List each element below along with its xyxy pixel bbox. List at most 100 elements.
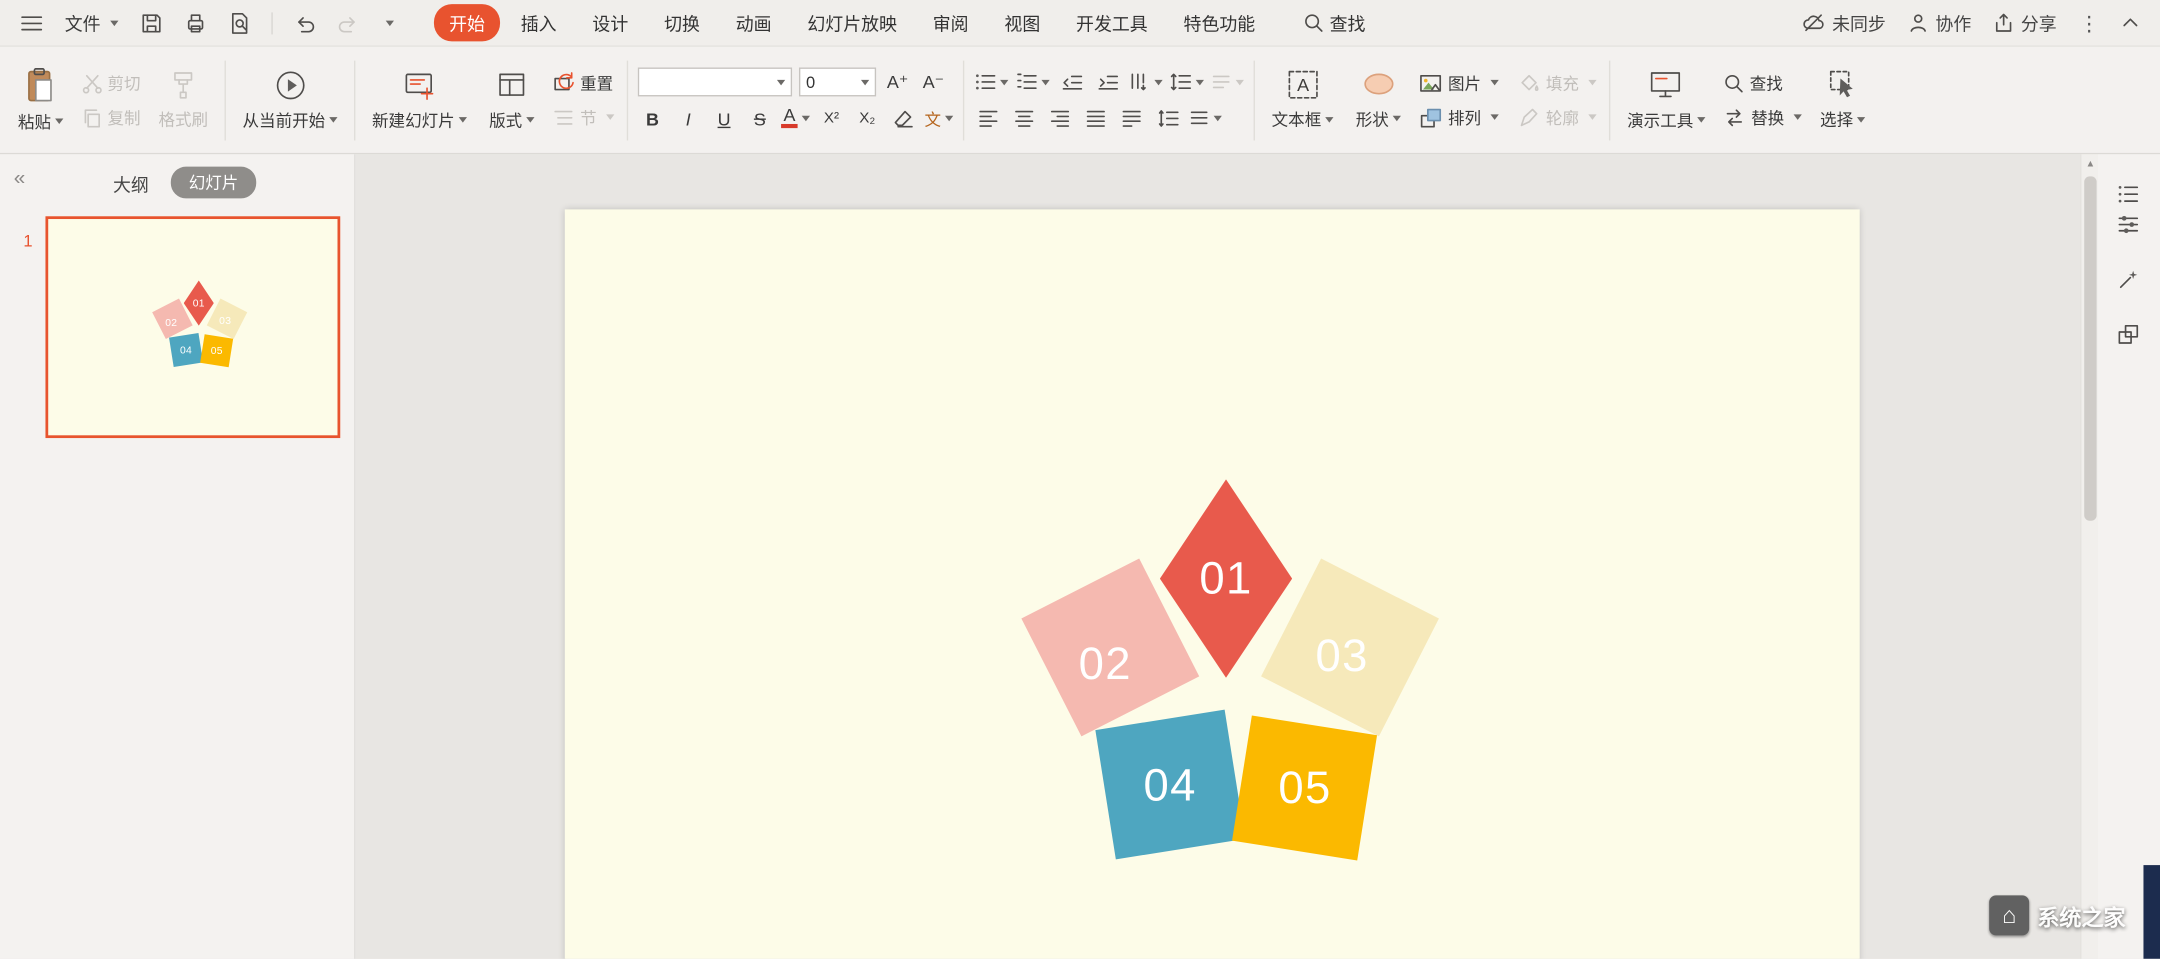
select-button[interactable]: 选择 bbox=[1813, 54, 1872, 145]
paste-button[interactable]: 粘贴 bbox=[11, 54, 70, 145]
strikethrough-button[interactable]: S bbox=[745, 105, 774, 133]
tab-view[interactable]: 视图 bbox=[989, 4, 1055, 41]
presentation-tools-button[interactable]: 演示工具 bbox=[1620, 54, 1712, 145]
shape-diamond-04[interactable]: 04 bbox=[169, 333, 203, 367]
shape-diamond-04[interactable]: 04 bbox=[1095, 710, 1245, 860]
replace-button[interactable]: 替换 bbox=[1721, 105, 1805, 128]
app-menu-icon[interactable] bbox=[17, 10, 47, 35]
share-button[interactable]: 分享 bbox=[1989, 7, 2061, 39]
collapse-ribbon-icon[interactable] bbox=[2117, 14, 2143, 32]
tab-home[interactable]: 开始 bbox=[434, 4, 500, 41]
numbered-list-button[interactable] bbox=[1015, 68, 1049, 96]
fill-button[interactable]: 填充 bbox=[1516, 71, 1600, 94]
paragraph-spacing-button[interactable] bbox=[1153, 104, 1182, 132]
slide[interactable]: 01 02 03 04 05 bbox=[565, 209, 1860, 958]
tab-slides-view[interactable]: 幻灯片 bbox=[171, 167, 256, 199]
align-right-button[interactable] bbox=[1046, 104, 1075, 132]
distribute-button[interactable] bbox=[1117, 104, 1146, 132]
outline-label: 轮廓 bbox=[1546, 105, 1579, 128]
section-button[interactable]: 节 bbox=[550, 105, 618, 128]
quick-access-dropdown-icon[interactable] bbox=[377, 17, 398, 28]
smart-beautify-icon[interactable] bbox=[2116, 267, 2141, 299]
find-button[interactable]: 查找 bbox=[1303, 10, 1365, 36]
decrease-font-button[interactable]: A⁻ bbox=[919, 68, 948, 96]
tab-slideshow[interactable]: 幻灯片放映 bbox=[792, 4, 912, 41]
align-left-button[interactable] bbox=[974, 104, 1003, 132]
tab-transition[interactable]: 切换 bbox=[649, 4, 715, 41]
font-size-combo[interactable]: 0 bbox=[799, 67, 876, 96]
redo-icon[interactable] bbox=[333, 10, 363, 36]
undo-icon[interactable] bbox=[289, 10, 319, 36]
font-color-button[interactable]: A bbox=[781, 105, 810, 133]
format-painter-button[interactable]: 格式刷 bbox=[152, 54, 215, 145]
layout-icon bbox=[495, 68, 528, 101]
tab-insert[interactable]: 插入 bbox=[506, 4, 572, 41]
scrollbar-thumb[interactable] bbox=[2084, 176, 2096, 520]
play-from-current-label: 从当前开始 bbox=[243, 108, 326, 131]
task-list-icon[interactable] bbox=[2116, 182, 2141, 214]
italic-button[interactable]: I bbox=[674, 105, 703, 133]
slide-thumbnail[interactable]: 01 02 03 04 05 bbox=[45, 216, 340, 438]
tab-outline-view[interactable]: 大纲 bbox=[113, 171, 149, 197]
shape-label: 01 bbox=[193, 297, 205, 309]
print-preview-icon[interactable] bbox=[225, 9, 255, 37]
svg-text:A: A bbox=[1297, 75, 1309, 95]
new-slide-button[interactable]: 新建幻灯片 bbox=[365, 54, 474, 145]
shape-diamond-05[interactable]: 05 bbox=[200, 334, 233, 367]
tab-devtools[interactable]: 开发工具 bbox=[1061, 4, 1163, 41]
collapse-panel-icon[interactable]: « bbox=[14, 167, 25, 190]
scroll-up-icon[interactable]: ▲ bbox=[2086, 160, 2096, 170]
bold-button[interactable]: B bbox=[638, 105, 667, 133]
sync-status[interactable]: 未同步 bbox=[1798, 7, 1890, 39]
selection-pane-icon[interactable] bbox=[2116, 322, 2141, 354]
shapes-button[interactable]: 形状 bbox=[1349, 54, 1408, 145]
share-icon bbox=[1993, 12, 2014, 33]
increase-font-button[interactable]: A⁺ bbox=[883, 68, 912, 96]
play-from-current-button[interactable]: 从当前开始 bbox=[236, 54, 345, 145]
tab-animation[interactable]: 动画 bbox=[721, 4, 787, 41]
underline-button[interactable]: U bbox=[710, 105, 739, 133]
tab-review[interactable]: 审阅 bbox=[918, 4, 984, 41]
text-direction-button[interactable] bbox=[1128, 68, 1162, 96]
file-menu[interactable]: 文件 bbox=[61, 7, 123, 39]
shape-diamond-03[interactable]: 03 bbox=[1261, 559, 1439, 737]
copy-button[interactable]: 复制 bbox=[79, 105, 144, 128]
text-box-button[interactable]: A 文本框 bbox=[1265, 54, 1341, 145]
save-icon[interactable] bbox=[136, 9, 166, 37]
superscript-button[interactable]: X² bbox=[817, 105, 846, 133]
arrange-button[interactable]: 排列 bbox=[1416, 105, 1501, 128]
collaborate-button[interactable]: 协作 bbox=[1904, 7, 1976, 39]
paragraph-more-button[interactable] bbox=[1211, 68, 1244, 96]
tab-design[interactable]: 设计 bbox=[577, 4, 643, 41]
find-label: 查找 bbox=[1330, 10, 1366, 36]
decrease-indent-button[interactable] bbox=[1057, 68, 1086, 96]
shape-diamond-03[interactable]: 03 bbox=[207, 299, 248, 340]
outline-button[interactable]: 轮廓 bbox=[1516, 105, 1600, 128]
tab-special-features[interactable]: 特色功能 bbox=[1168, 4, 1270, 41]
shape-label: 02 bbox=[165, 317, 177, 329]
font-name-combo[interactable] bbox=[638, 67, 792, 96]
properties-sliders-icon[interactable] bbox=[2116, 212, 2141, 244]
vertical-scrollbar[interactable]: ▲ bbox=[2080, 154, 2098, 958]
smart-typeset-button[interactable] bbox=[1189, 104, 1222, 132]
text-effect-button[interactable]: 文 bbox=[924, 105, 953, 133]
clear-format-button[interactable] bbox=[889, 105, 918, 133]
reset-button[interactable]: 重置 bbox=[550, 71, 618, 94]
bullet-list-button[interactable] bbox=[974, 68, 1008, 96]
reset-icon bbox=[553, 72, 575, 94]
select-label: 选择 bbox=[1820, 107, 1853, 130]
picture-button[interactable]: 图片 bbox=[1416, 71, 1501, 94]
layout-button[interactable]: 版式 bbox=[482, 54, 541, 145]
subscript-button[interactable]: X₂ bbox=[853, 105, 882, 133]
cut-button[interactable]: 剪切 bbox=[79, 71, 144, 94]
justify-button[interactable] bbox=[1082, 104, 1111, 132]
more-options-icon[interactable]: ⋮ bbox=[2075, 8, 2104, 38]
align-center-button[interactable] bbox=[1010, 104, 1039, 132]
print-icon[interactable] bbox=[180, 9, 210, 37]
increase-indent-button[interactable] bbox=[1093, 68, 1122, 96]
slide-canvas[interactable]: 01 02 03 04 05 bbox=[355, 154, 2080, 958]
ribbon-find-button[interactable]: 查找 bbox=[1721, 71, 1805, 94]
line-spacing-button[interactable] bbox=[1170, 68, 1204, 96]
text-direction-icon bbox=[1128, 72, 1150, 93]
shape-diamond-05[interactable]: 05 bbox=[1232, 715, 1377, 860]
